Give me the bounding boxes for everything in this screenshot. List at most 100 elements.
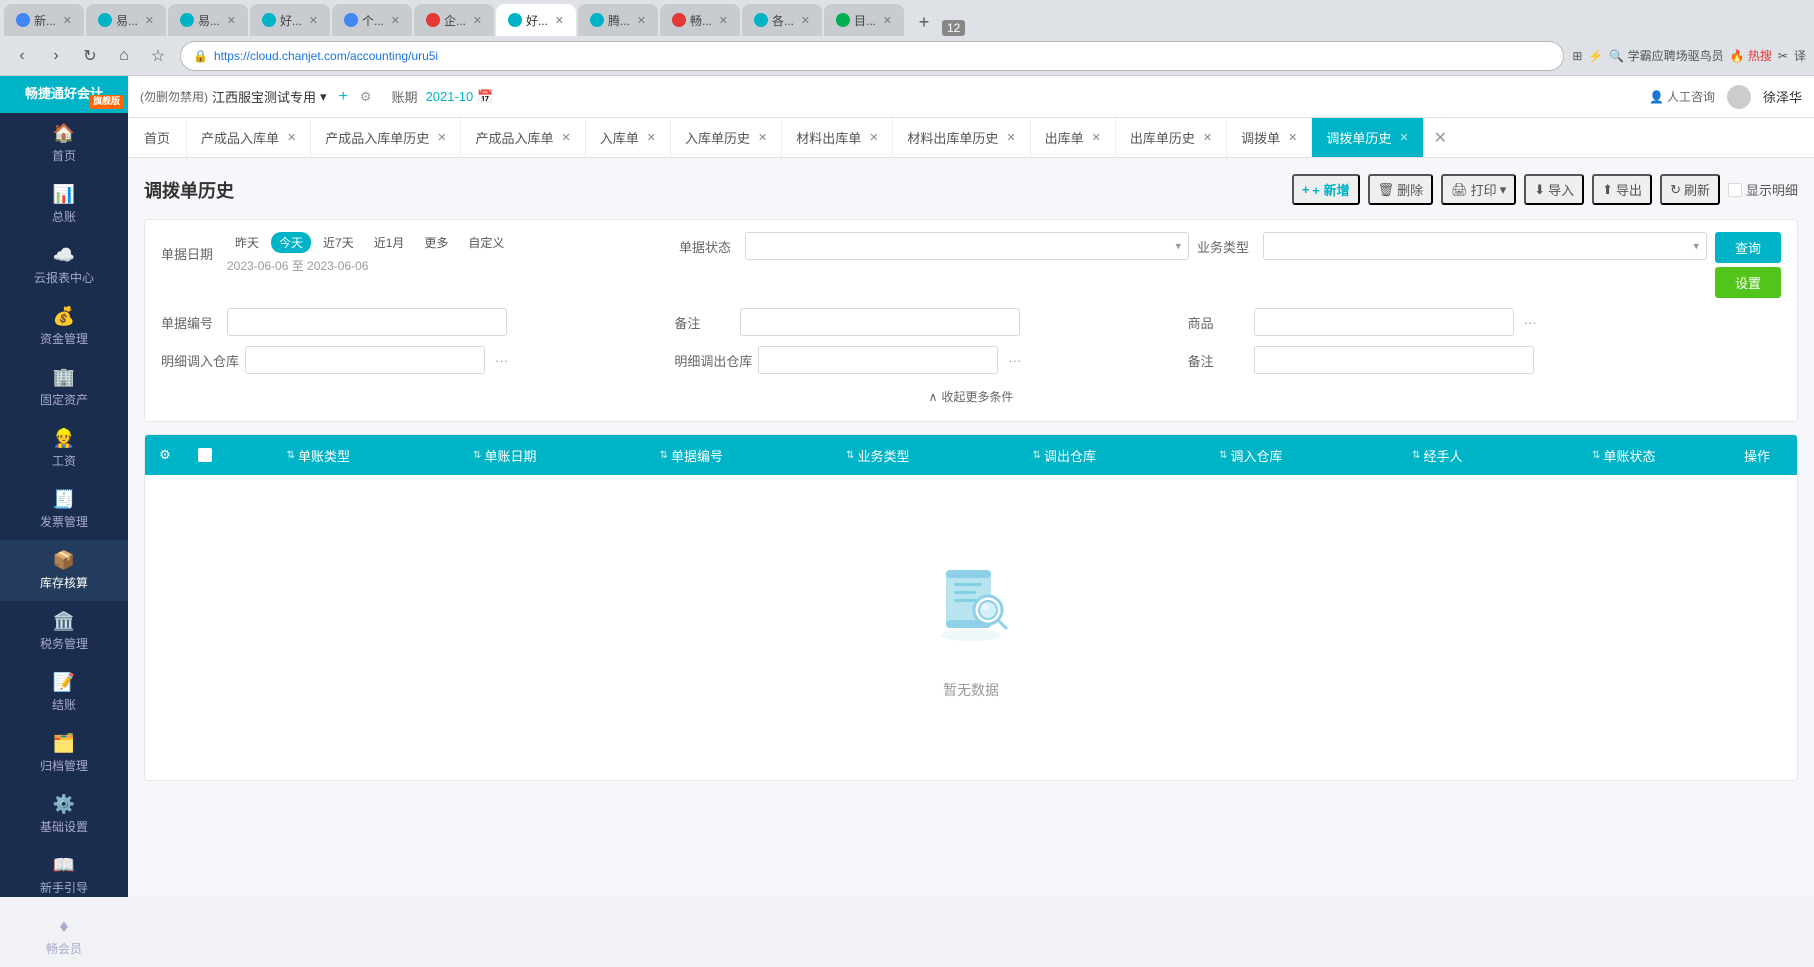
detail-out-input[interactable] [758, 346, 998, 374]
tab-close-icon[interactable]: ✕ [1288, 131, 1297, 144]
tab-close-icon[interactable]: ✕ [562, 131, 571, 144]
tab-home[interactable]: 首页 [128, 118, 187, 158]
sidebar-item-settings[interactable]: ⚙️ 基础设置 [0, 784, 128, 845]
browser-tab-2[interactable]: 易... ✕ [86, 4, 166, 36]
biz-type-select[interactable] [1263, 232, 1707, 260]
new-tab-button[interactable]: + [910, 8, 938, 36]
th-status[interactable]: ⇅ 单账状态 [1531, 446, 1718, 465]
sidebar-item-tax[interactable]: 🏛️ 税务管理 [0, 601, 128, 662]
goods-input[interactable] [1254, 308, 1514, 336]
close-all-btn[interactable]: ✕ [1424, 128, 1457, 148]
tab-transfer[interactable]: 调拨单 ✕ [1227, 118, 1312, 158]
detail-in-picker-icon[interactable]: ··· [491, 353, 512, 368]
note-input[interactable] [1254, 346, 1534, 374]
tab-production-in[interactable]: 产成品入库单 ✕ [187, 118, 311, 158]
tab-in-history[interactable]: 入库单历史 ✕ [671, 118, 782, 158]
detail-in-input[interactable] [245, 346, 485, 374]
date-btn-7days[interactable]: 近7天 [315, 232, 362, 253]
service-button[interactable]: 👤 人工咨询 [1649, 88, 1715, 105]
query-button[interactable]: 查询 [1715, 232, 1781, 263]
period-value[interactable]: 2021-10 📅 [426, 89, 494, 105]
import-btn[interactable]: ⬇ 导入 [1524, 174, 1584, 205]
date-btn-today[interactable]: 今天 [271, 232, 311, 253]
tab-transfer-history[interactable]: 调拨单历史 ✕ [1312, 118, 1423, 158]
th-handler[interactable]: ⇅ 经手人 [1344, 446, 1531, 465]
tab-close-icon[interactable]: ✕ [1203, 131, 1212, 144]
refresh-btn[interactable]: ↻ 刷新 [1660, 174, 1720, 205]
th-biz-type[interactable]: ⇅ 业务类型 [785, 446, 972, 465]
star-button[interactable]: ☆ [144, 42, 172, 70]
settings-button[interactable]: 设置 [1715, 267, 1781, 298]
tab-close-icon[interactable]: ✕ [869, 131, 878, 144]
print-btn[interactable]: 🖨 打印 ▾ [1441, 174, 1516, 205]
goods-picker-icon[interactable]: ··· [1520, 315, 1541, 330]
browser-tab-3[interactable]: 易... ✕ [168, 4, 248, 36]
display-cols-checkbox[interactable]: 显示明细 [1728, 180, 1798, 199]
browser-tab-8[interactable]: 腾... ✕ [578, 4, 658, 36]
home-button[interactable]: ⌂ [110, 42, 138, 70]
browser-tab-1[interactable]: 新... ✕ [4, 4, 84, 36]
back-button[interactable]: ‹ [8, 42, 36, 70]
browser-tab-4[interactable]: 好... ✕ [250, 4, 330, 36]
tab-material-out-history[interactable]: 材料出库单历史 ✕ [893, 118, 1030, 158]
browser-tab-9[interactable]: 畅... ✕ [660, 4, 740, 36]
delete-btn[interactable]: 🗑 删除 [1368, 174, 1434, 205]
date-btn-1month[interactable]: 近1月 [366, 232, 413, 253]
remark-input[interactable] [740, 308, 1020, 336]
th-voucher-date[interactable]: ⇅ 单账日期 [412, 446, 599, 465]
date-btn-yesterday[interactable]: 昨天 [227, 232, 267, 253]
tab-close-icon[interactable]: ✕ [647, 131, 656, 144]
date-btn-custom[interactable]: 自定义 [460, 232, 512, 253]
tab-in-order[interactable]: 入库单 ✕ [586, 118, 671, 158]
th-voucher-no[interactable]: ⇅ 单据编号 [598, 446, 785, 465]
browser-tab-10[interactable]: 各... ✕ [742, 4, 822, 36]
browser-tab-7[interactable]: 好... ✕ [496, 4, 576, 36]
export-btn[interactable]: ⬆ 导出 [1592, 174, 1652, 205]
gear-icon[interactable]: ⚙ [159, 447, 171, 463]
sidebar-item-fixed-assets[interactable]: 🏢 固定资产 [0, 357, 128, 418]
sidebar-item-inventory[interactable]: 📦 库存核算 [0, 540, 128, 601]
forward-button[interactable]: › [42, 42, 70, 70]
collapse-button[interactable]: ∧ 收起更多条件 [917, 384, 1026, 409]
th-in-warehouse[interactable]: ⇅ 调入仓库 [1158, 446, 1345, 465]
sidebar-item-archive[interactable]: 🗂️ 归档管理 [0, 723, 128, 784]
sidebar-item-payroll[interactable]: 👷 工资 [0, 418, 128, 479]
browser-tab-11[interactable]: 目... ✕ [824, 4, 904, 36]
th-checkbox[interactable] [185, 448, 225, 462]
tab-production-in2[interactable]: 产成品入库单 ✕ [461, 118, 585, 158]
sidebar-item-closing[interactable]: 📝 结账 [0, 662, 128, 723]
sidebar-item-finance[interactable]: 💰 资金管理 [0, 296, 128, 357]
sidebar-item-home[interactable]: 🏠 首页 [0, 113, 128, 174]
sidebar-item-ledger[interactable]: 📊 总账 [0, 174, 128, 235]
browser-tab-5[interactable]: 个... ✕ [332, 4, 412, 36]
user-name[interactable]: 徐泽华 [1763, 87, 1802, 106]
sidebar-item-member[interactable]: ♦ 畅会员 [0, 906, 128, 967]
reload-button[interactable]: ↻ [76, 42, 104, 70]
sidebar-item-cloud-report[interactable]: ☁️ 云报表中心 [0, 235, 128, 296]
date-btn-more[interactable]: 更多 [416, 232, 456, 253]
voucher-no-label: 单据编号 [161, 313, 221, 332]
tab-close-icon[interactable]: ✕ [1006, 131, 1015, 144]
tab-close-icon[interactable]: ✕ [1399, 131, 1408, 144]
voucher-no-input[interactable] [227, 308, 507, 336]
tab-out-history[interactable]: 出库单历史 ✕ [1116, 118, 1227, 158]
tab-production-in-history[interactable]: 产成品入库单历史 ✕ [311, 118, 461, 158]
tab-out-order[interactable]: 出库单 ✕ [1031, 118, 1116, 158]
status-select[interactable] [745, 232, 1189, 260]
sidebar-item-invoice[interactable]: 🧾 发票管理 [0, 479, 128, 540]
new-btn[interactable]: + + 新增 [1292, 174, 1360, 205]
tab-close-icon[interactable]: ✕ [758, 131, 767, 144]
add-company-btn[interactable]: + [339, 88, 348, 106]
detail-out-picker-icon[interactable]: ··· [1004, 353, 1025, 368]
settings-gear-icon[interactable]: ⚙ [360, 89, 372, 105]
th-voucher-type[interactable]: ⇅ 单账类型 [225, 446, 412, 465]
tab-close-icon[interactable]: ✕ [437, 131, 446, 144]
th-gear[interactable]: ⚙ [145, 447, 185, 463]
address-bar[interactable]: 🔒 https://cloud.chanjet.com/accounting/u… [180, 41, 1564, 71]
tab-close-icon[interactable]: ✕ [1092, 131, 1101, 144]
tab-material-out[interactable]: 材料出库单 ✕ [782, 118, 893, 158]
tab-close-icon[interactable]: ✕ [287, 131, 296, 144]
browser-tab-6[interactable]: 企... ✕ [414, 4, 494, 36]
company-selector[interactable]: (勿删勿禁用) 江西服宝测试专用 ▾ [140, 87, 327, 106]
th-out-warehouse[interactable]: ⇅ 调出仓库 [971, 446, 1158, 465]
